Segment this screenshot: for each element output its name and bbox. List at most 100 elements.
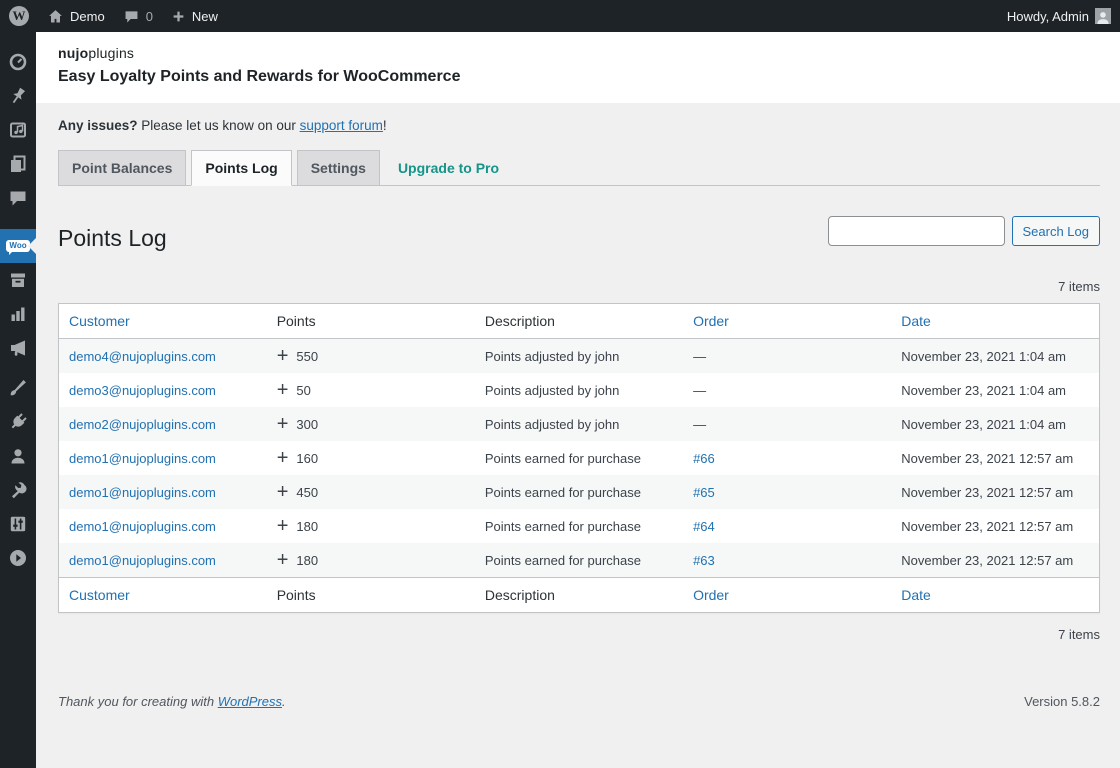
date-cell: November 23, 2021 1:04 am — [901, 416, 1067, 432]
customer-link[interactable]: demo1@nujoplugins.com — [69, 451, 216, 466]
points-value: 160 — [296, 450, 319, 466]
sidebar-item-plugins[interactable] — [0, 405, 36, 439]
footer-column-points: Points — [266, 577, 475, 613]
sidebar-item-pages[interactable] — [0, 147, 36, 181]
column-header-order[interactable]: Order — [683, 303, 892, 339]
description-cell: Points earned for purchase — [484, 518, 641, 534]
order-cell: — — [693, 382, 707, 398]
table-row: demo3@nujoplugins.com +50 Points adjuste… — [59, 373, 1100, 407]
points-log-table: Customer Points Description Order Date d… — [58, 303, 1100, 613]
home-icon — [49, 9, 62, 22]
sidebar-item-comments[interactable] — [0, 181, 36, 215]
footer-column-customer[interactable]: Customer — [58, 577, 267, 613]
sidebar-item-marketing[interactable] — [0, 331, 36, 365]
table-row: demo4@nujoplugins.com +550 Points adjust… — [58, 338, 1100, 373]
description-cell: Points adjusted by john — [484, 382, 620, 398]
wordpress-link[interactable]: WordPress — [218, 694, 282, 709]
order-link[interactable]: #65 — [693, 485, 715, 500]
description-cell: Points earned for purchase — [484, 484, 641, 500]
customer-link[interactable]: demo4@nujoplugins.com — [69, 349, 216, 364]
order-link[interactable]: #64 — [693, 519, 715, 534]
order-link[interactable]: #63 — [693, 553, 715, 568]
person-silhouette-icon — [1097, 12, 1109, 24]
brand-rest: plugins — [88, 45, 135, 61]
plus-icon: + — [276, 481, 289, 503]
admin-sidebar: Woo — [0, 32, 36, 768]
sidebar-item-users[interactable] — [0, 439, 36, 473]
column-header-date[interactable]: Date — [891, 303, 1100, 339]
plus-icon — [173, 11, 184, 21]
items-count-top: 7 items — [1058, 279, 1100, 294]
bar-chart-icon — [11, 307, 25, 321]
order-link[interactable]: #66 — [693, 451, 715, 466]
comments-admin-button[interactable]: 0 — [114, 0, 162, 32]
brand-bold: nujo — [58, 45, 89, 61]
page-footer: Thank you for creating with WordPress. V… — [36, 642, 1120, 723]
wordpress-menu-button[interactable]: W — [0, 0, 38, 32]
column-header-customer[interactable]: Customer — [58, 303, 267, 339]
wordpress-logo-icon: W — [9, 6, 29, 26]
customer-link[interactable]: demo1@nujoplugins.com — [69, 485, 216, 500]
products-box-icon — [11, 273, 25, 287]
customer-link[interactable]: demo3@nujoplugins.com — [69, 383, 216, 398]
points-log-table-wrap: Customer Points Description Order Date d… — [58, 303, 1100, 613]
sidebar-item-appearance[interactable] — [0, 371, 36, 405]
paintbrush-icon — [10, 380, 26, 396]
points-value: 450 — [296, 484, 319, 500]
collapse-icon — [10, 550, 26, 566]
plus-icon: + — [276, 447, 289, 469]
table-row: demo1@nujoplugins.com +180 Points earned… — [59, 509, 1100, 543]
tab-points-log[interactable]: Points Log — [191, 150, 292, 186]
tab-settings[interactable]: Settings — [296, 150, 380, 186]
support-notice: Any issues? Please let us know on our su… — [36, 103, 1120, 139]
site-link[interactable]: Demo — [38, 0, 114, 32]
customer-link[interactable]: demo1@nujoplugins.com — [69, 553, 216, 568]
brand-logo: nujoplugins — [58, 45, 1098, 61]
comment-bubble-icon — [125, 10, 138, 22]
sidebar-item-posts[interactable] — [0, 79, 36, 113]
points-value: 180 — [296, 518, 319, 534]
sidebar-item-dashboard[interactable] — [0, 45, 36, 79]
sidebar-item-collapse-menu[interactable] — [0, 541, 36, 575]
order-cell: — — [693, 348, 707, 364]
admin-bar: W Demo 0 New Howdy, Admin — [0, 0, 1120, 32]
order-cell: — — [693, 416, 707, 432]
search-log-button[interactable]: Search Log — [1011, 216, 1100, 246]
footer-column-order[interactable]: Order — [683, 577, 892, 613]
tab-point-balances[interactable]: Point Balances — [58, 150, 187, 186]
new-content-button[interactable]: New — [162, 0, 227, 32]
sidebar-item-analytics[interactable] — [0, 297, 36, 331]
search-input[interactable] — [827, 216, 1005, 246]
table-row: demo1@nujoplugins.com +450 Points earned… — [58, 475, 1100, 509]
footer-column-date[interactable]: Date — [891, 577, 1100, 613]
plus-icon: + — [276, 345, 289, 367]
plugin-header: nujoplugins Easy Loyalty Points and Rewa… — [36, 32, 1120, 103]
customer-link[interactable]: demo1@nujoplugins.com — [69, 519, 216, 534]
sidebar-item-tools[interactable] — [0, 473, 36, 507]
customer-link[interactable]: demo2@nujoplugins.com — [69, 417, 216, 432]
date-cell: November 23, 2021 12:57 am — [901, 450, 1074, 466]
description-cell: Points earned for purchase — [484, 552, 641, 568]
date-cell: November 23, 2021 12:57 am — [901, 484, 1074, 500]
tab-upgrade-to-pro[interactable]: Upgrade to Pro — [385, 151, 512, 185]
sidebar-item-settings[interactable] — [0, 507, 36, 541]
notice-suffix: ! — [382, 118, 387, 133]
my-account-button[interactable]: Howdy, Admin — [998, 0, 1120, 32]
support-forum-link[interactable]: support forum — [300, 118, 383, 133]
table-footer-row: Customer Points Description Order Date — [58, 577, 1100, 613]
date-cell: November 23, 2021 12:57 am — [901, 552, 1074, 568]
pages-icon — [11, 155, 26, 172]
plus-icon: + — [276, 413, 289, 435]
sidebar-item-media[interactable] — [0, 113, 36, 147]
megaphone-icon — [11, 340, 25, 356]
notice-text: Please let us know on our — [137, 118, 300, 133]
dashboard-icon — [9, 53, 27, 71]
thanks-prefix: Thank you for creating with — [58, 694, 218, 709]
items-count-bottom: 7 items — [1058, 627, 1100, 642]
description-cell: Points earned for purchase — [484, 450, 641, 466]
sidebar-item-woocommerce[interactable]: Woo — [0, 229, 36, 263]
points-value: 550 — [296, 348, 319, 364]
wrench-icon — [12, 482, 27, 499]
pin-icon — [12, 87, 26, 104]
sidebar-item-products[interactable] — [0, 263, 36, 297]
